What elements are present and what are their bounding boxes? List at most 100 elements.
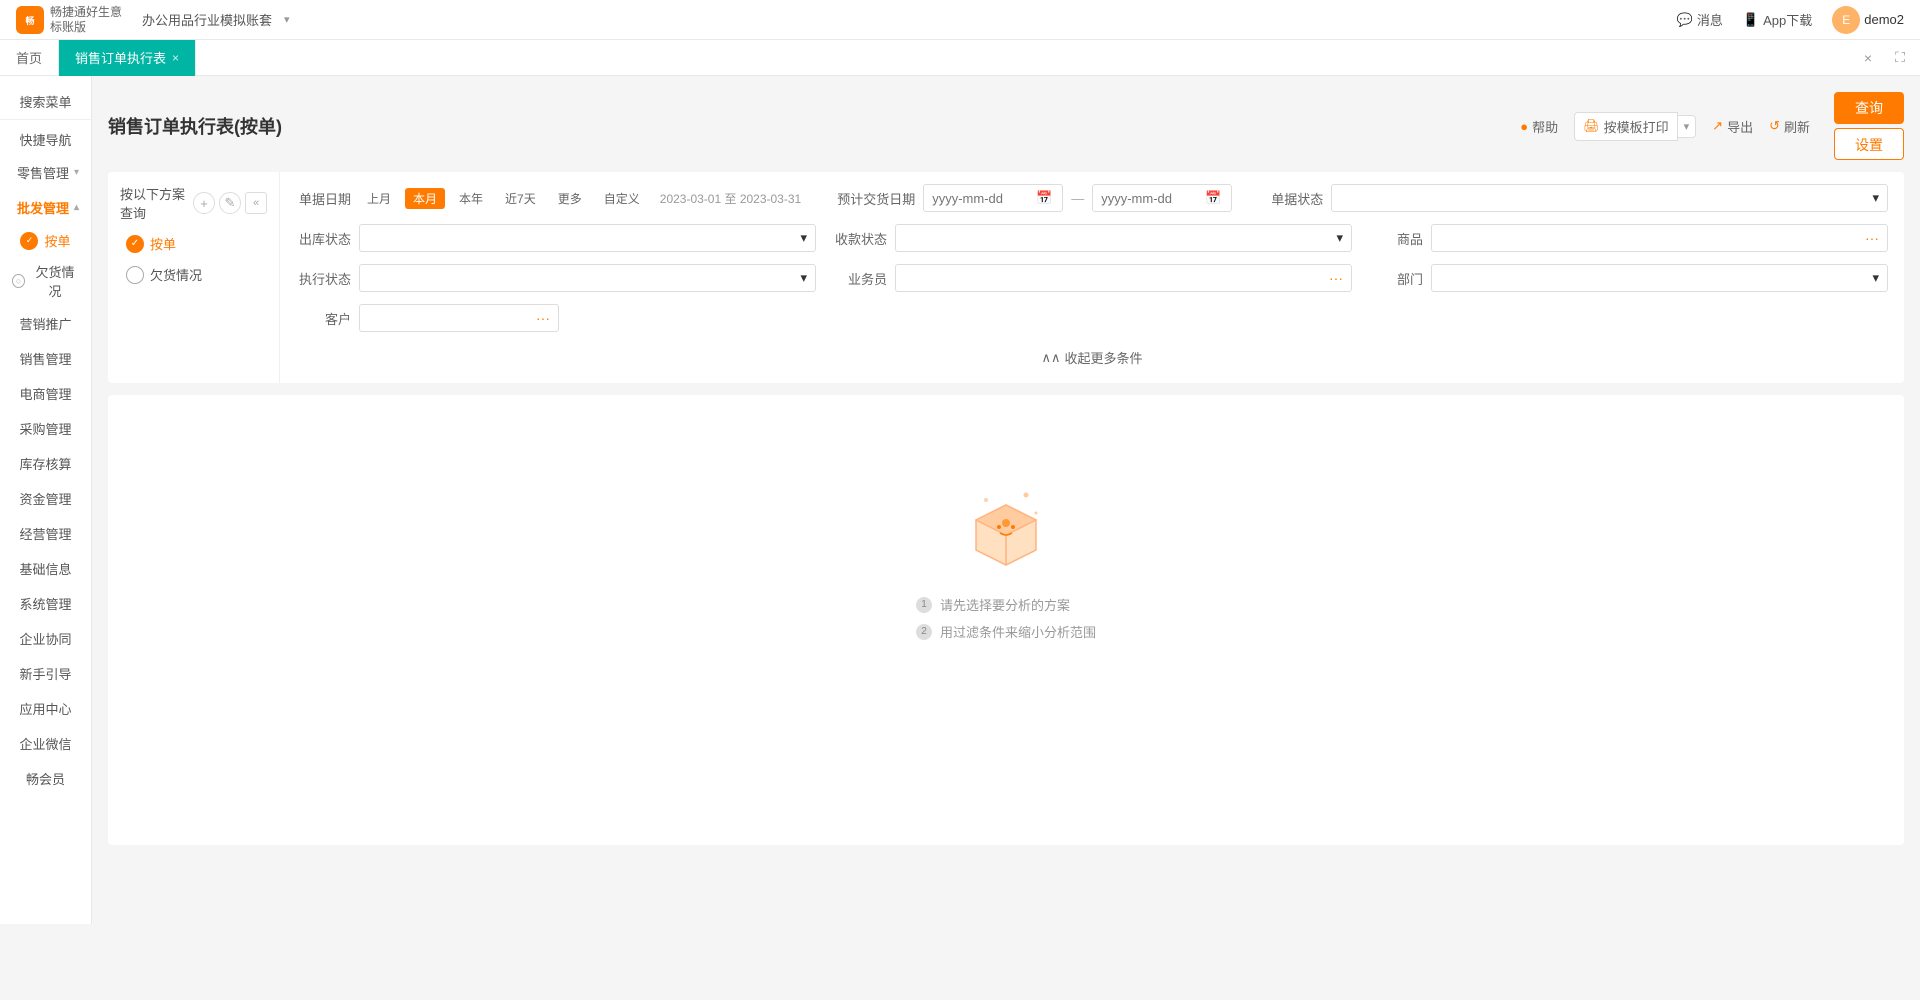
sidebar-item-system[interactable]: 系统管理 bbox=[0, 586, 91, 621]
main-layout: 搜索菜单 快捷导航 零售管理 ▾ 批发管理 ▴ ✓ 按单 ○ 欠货情况 bbox=[0, 76, 1920, 924]
sidebar-item-sales[interactable]: 销售管理 bbox=[0, 341, 91, 376]
scheme-title: 按以下方案查询 bbox=[120, 184, 193, 222]
date-tabs: 上月 本月 本年 近7天 更多 自定义 bbox=[359, 188, 648, 209]
customer-label: 客户 bbox=[296, 309, 351, 328]
exec-status-select[interactable]: ▾ bbox=[359, 264, 816, 292]
calendar-end-icon: 📅 bbox=[1205, 190, 1221, 206]
date-tab-last-month[interactable]: 上月 bbox=[359, 188, 399, 209]
sub-item-active-icon: ✓ bbox=[20, 232, 38, 250]
delivery-start-field[interactable] bbox=[932, 191, 1032, 206]
dept-label: 部门 bbox=[1368, 269, 1423, 288]
sidebar-item-purchase[interactable]: 采购管理 bbox=[0, 411, 91, 446]
sidebar-inventory-label: 库存核算 bbox=[12, 454, 79, 473]
user-menu[interactable]: E demo2 bbox=[1832, 6, 1904, 34]
filter-goods: 商品 ··· bbox=[1368, 224, 1888, 252]
scheme-item-owe[interactable]: 欠货情况 bbox=[120, 261, 267, 288]
page-title: 销售订单执行表(按单) bbox=[108, 113, 282, 139]
scheme-item-by-order[interactable]: ✓ 按单 bbox=[120, 230, 267, 257]
date-tab-this-month[interactable]: 本月 bbox=[405, 188, 445, 209]
sidebar-item-newbie[interactable]: 新手引导 bbox=[0, 656, 91, 691]
calendar-start-icon: 📅 bbox=[1036, 190, 1052, 206]
tab-home[interactable]: 首页 bbox=[0, 40, 59, 76]
refresh-icon: ↺ bbox=[1769, 118, 1780, 134]
tab-expand-button[interactable]: ⛶ bbox=[1888, 46, 1912, 70]
dept-select[interactable]: ▾ bbox=[1431, 264, 1888, 292]
scheme-controls: + ✎ « bbox=[193, 192, 267, 214]
sidebar-search[interactable]: 搜索菜单 bbox=[0, 84, 91, 120]
tip-2-num: 2 bbox=[916, 624, 932, 640]
logo-text: 畅捷通好生意 标账版 bbox=[50, 5, 122, 34]
print-dropdown-arrow[interactable]: ▾ bbox=[1678, 115, 1697, 138]
sidebar-marketing-label: 营销推广 bbox=[12, 314, 79, 333]
tab-close-icon[interactable]: × bbox=[172, 51, 179, 65]
message-icon: 💬 bbox=[1677, 12, 1693, 28]
sidebar-item-member[interactable]: 畅会员 bbox=[0, 761, 91, 796]
sidebar-item-finance[interactable]: 资金管理 bbox=[0, 481, 91, 516]
receipt-status-select[interactable]: ▾ bbox=[895, 224, 1352, 252]
refresh-button[interactable]: ↺ 刷新 bbox=[1769, 117, 1810, 136]
delivery-end-input[interactable]: 📅 bbox=[1092, 184, 1232, 212]
out-status-select[interactable]: ▾ bbox=[359, 224, 816, 252]
salesperson-dots[interactable]: ··· bbox=[1329, 270, 1343, 286]
customer-select[interactable]: ··· bbox=[359, 304, 559, 332]
filter-status: 单据状态 ▾ bbox=[1268, 184, 1888, 212]
scheme-add-button[interactable]: + bbox=[193, 192, 215, 214]
salesperson-select[interactable]: ··· bbox=[895, 264, 1352, 292]
sidebar-item-wholesale[interactable]: 批发管理 ▴ bbox=[0, 190, 91, 225]
message-label: 消息 bbox=[1697, 10, 1723, 29]
message-button[interactable]: 💬 消息 bbox=[1677, 10, 1723, 29]
sidebar-purchase-label: 采购管理 bbox=[12, 419, 79, 438]
app-download-button[interactable]: 📱 App下载 bbox=[1743, 10, 1812, 29]
app-dropdown-icon[interactable]: ▾ bbox=[284, 13, 290, 26]
scheme-collapse-button[interactable]: « bbox=[245, 192, 267, 214]
customer-dots[interactable]: ··· bbox=[536, 310, 550, 326]
filter-salesperson: 业务员 ··· bbox=[832, 264, 1352, 292]
export-button[interactable]: ↗ 导出 bbox=[1712, 117, 1753, 136]
sidebar-sub-item-by-order[interactable]: ✓ 按单 bbox=[0, 225, 91, 256]
tab-active[interactable]: 销售订单执行表 × bbox=[59, 40, 196, 76]
sidebar-item-enterprise[interactable]: 企业协同 bbox=[0, 621, 91, 656]
sidebar-sub-item-owe[interactable]: ○ 欠货情况 bbox=[0, 256, 91, 306]
help-button[interactable]: ● 帮助 bbox=[1520, 117, 1558, 136]
sidebar-item-operations[interactable]: 经营管理 bbox=[0, 516, 91, 551]
delivery-end-field[interactable] bbox=[1101, 191, 1201, 206]
scheme-edit-button[interactable]: ✎ bbox=[219, 192, 241, 214]
scheme-list: ✓ 按单 欠货情况 bbox=[120, 230, 267, 288]
collapse-button[interactable]: ∧∧ 收起更多条件 bbox=[296, 340, 1888, 371]
sidebar-quick-nav[interactable]: 快捷导航 bbox=[0, 124, 91, 155]
search-button[interactable]: 查询 bbox=[1834, 92, 1904, 124]
sidebar-item-retail[interactable]: 零售管理 ▾ bbox=[0, 155, 91, 190]
date-tab-more[interactable]: 更多 bbox=[550, 188, 590, 209]
sidebar-item-basic[interactable]: 基础信息 bbox=[0, 551, 91, 586]
salesperson-label: 业务员 bbox=[832, 269, 887, 288]
delivery-start-input[interactable]: 📅 bbox=[923, 184, 1063, 212]
print-button[interactable]: 🖨 按模板打印 bbox=[1574, 112, 1678, 141]
delivery-date-label: 预计交货日期 bbox=[837, 189, 915, 208]
sidebar-item-marketing[interactable]: 营销推广 bbox=[0, 306, 91, 341]
sidebar-item-inventory[interactable]: 库存核算 bbox=[0, 446, 91, 481]
filter-delivery-date: 预计交货日期 📅 — 📅 bbox=[837, 184, 1232, 212]
date-tab-7days[interactable]: 近7天 bbox=[497, 188, 544, 209]
page-header: 销售订单执行表(按单) ● 帮助 🖨 按模板打印 ▾ ↗ 导出 bbox=[108, 92, 1904, 160]
status-select[interactable]: ▾ bbox=[1331, 184, 1888, 212]
main-content-panel: 1 请先选择要分析的方案 2 用过滤条件来缩小分析范围 bbox=[108, 395, 1904, 845]
status-chevron: ▾ bbox=[1872, 190, 1879, 206]
empty-tip-1: 1 请先选择要分析的方案 bbox=[916, 595, 1096, 614]
filter-row-2: 出库状态 ▾ 收款状态 ▾ 商品 bbox=[296, 224, 1888, 252]
receipt-status-label: 收款状态 bbox=[832, 229, 887, 248]
content-area: 销售订单执行表(按单) ● 帮助 🖨 按模板打印 ▾ ↗ 导出 bbox=[92, 76, 1920, 924]
tab-active-label: 销售订单执行表 bbox=[75, 48, 166, 67]
refresh-label: 刷新 bbox=[1784, 117, 1810, 136]
sidebar-item-wechat[interactable]: 企业微信 bbox=[0, 726, 91, 761]
sidebar-item-app-center[interactable]: 应用中心 bbox=[0, 691, 91, 726]
date-tab-custom[interactable]: 自定义 bbox=[596, 188, 648, 209]
settings-button[interactable]: 设置 bbox=[1834, 128, 1904, 160]
sidebar-item-ecommerce[interactable]: 电商管理 bbox=[0, 376, 91, 411]
goods-dots[interactable]: ··· bbox=[1865, 230, 1879, 246]
goods-select[interactable]: ··· bbox=[1431, 224, 1888, 252]
date-tab-this-year[interactable]: 本年 bbox=[451, 188, 491, 209]
app-download-label: App下载 bbox=[1763, 10, 1812, 29]
tab-close-window-button[interactable]: × bbox=[1856, 46, 1880, 70]
scheme-item-owe-icon bbox=[126, 266, 144, 284]
app-subtitle: 办公用品行业模拟账套 bbox=[142, 10, 272, 29]
